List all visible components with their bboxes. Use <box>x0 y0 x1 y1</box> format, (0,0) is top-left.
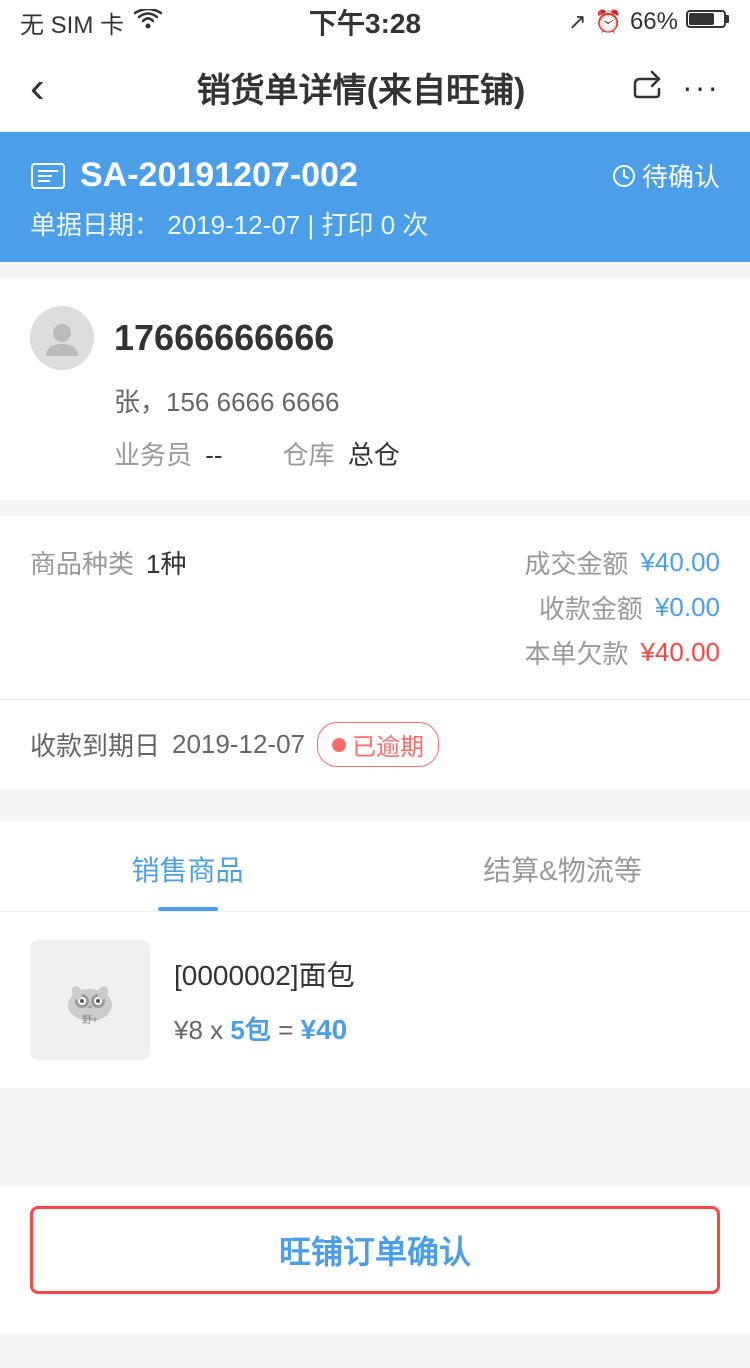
product-type-label: 商品种类 <box>30 544 134 581</box>
customer-phone: 17666666666 <box>114 317 334 359</box>
nav-actions: ··· <box>632 69 720 106</box>
product-list: 野+ [0000002]面包 ¥8 x 5包 = ¥40 <box>0 912 750 1088</box>
nav-bar: ‹ 销货单详情(来自旺铺) ··· <box>0 44 750 132</box>
summary-card: 商品种类 1种 成交金额 ¥40.00 收款金额 ¥0.00 本单欠款 ¥40.… <box>0 516 750 699</box>
received-value: ¥0.00 <box>655 592 720 623</box>
order-id: SA-20191207-002 <box>30 156 358 195</box>
received-label: 收款金额 <box>539 589 643 626</box>
divider-1 <box>0 500 750 516</box>
order-status: 待确认 <box>612 157 720 194</box>
status-left: 无 SIM 卡 <box>20 5 162 40</box>
customer-avatar <box>30 306 94 370</box>
tab-sales-goods[interactable]: 销售商品 <box>0 821 375 911</box>
status-right: ↗ ⏰ 66% <box>568 8 730 37</box>
page-title: 销货单详情(来自旺铺) <box>90 63 632 112</box>
amount-label: 成交金额 <box>524 544 628 581</box>
order-date: 单据日期： 2019-12-07 | 打印 0 次 <box>30 205 720 242</box>
bottom-button-container: 旺铺订单确认 <box>0 1186 750 1334</box>
product-item: 野+ [0000002]面包 ¥8 x 5包 = ¥40 <box>0 912 750 1088</box>
no-sim-text: 无 SIM 卡 <box>20 5 124 40</box>
svg-text:野+: 野+ <box>82 1014 98 1025</box>
overdue-text: 已逾期 <box>352 727 424 762</box>
product-info: [0000002]面包 ¥8 x 5包 = ¥40 <box>174 954 720 1047</box>
product-thumbnail: 野+ <box>30 940 150 1060</box>
balance-label: 本单欠款 <box>524 634 628 671</box>
overdue-dot <box>332 738 346 752</box>
warehouse-value: 总仓 <box>348 440 400 470</box>
product-total: ¥40 <box>301 1014 348 1045</box>
battery-text: 66% <box>630 8 678 36</box>
divider-2 <box>0 789 750 805</box>
product-type-value: 1种 <box>146 544 186 581</box>
sales-label: 业务员 <box>114 440 192 470</box>
customer-meta: 业务员 -- 仓库 总仓 <box>114 435 720 472</box>
due-date-value: 2019-12-07 <box>172 729 305 760</box>
status-time: 下午3:28 <box>309 2 421 42</box>
back-button[interactable]: ‹ <box>30 63 90 113</box>
product-name: [0000002]面包 <box>174 954 720 994</box>
share-icon[interactable] <box>632 69 662 106</box>
balance-value: ¥40.00 <box>640 637 720 668</box>
warehouse-label: 仓库 <box>283 440 335 470</box>
amount-value: ¥40.00 <box>640 547 720 578</box>
due-date-card: 收款到期日 2019-12-07 已逾期 <box>0 700 750 789</box>
order-header: SA-20191207-002 待确认 单据日期： 2019-12-07 | 打… <box>0 132 750 262</box>
tabs-container: 销售商品 结算&物流等 <box>0 821 750 912</box>
overdue-badge: 已逾期 <box>317 722 439 767</box>
status-bar: 无 SIM 卡 下午3:28 ↗ ⏰ 66% <box>0 0 750 44</box>
product-price: ¥8 x 5包 = ¥40 <box>174 1010 720 1047</box>
wifi-icon <box>134 8 162 36</box>
due-date-label: 收款到期日 <box>30 726 160 763</box>
more-icon[interactable]: ··· <box>682 69 720 106</box>
customer-name: 张，156 6666 6666 <box>114 382 720 419</box>
status-text: 待确认 <box>642 157 720 194</box>
direction-icon: ↗ <box>568 9 586 35</box>
battery-icon <box>686 8 730 37</box>
tab-settlement[interactable]: 结算&物流等 <box>375 821 750 911</box>
alarm-icon: ⏰ <box>595 9 622 35</box>
product-qty: 5包 <box>230 1015 270 1045</box>
sales-value: -- <box>205 440 222 470</box>
customer-card: 17666666666 张，156 6666 6666 业务员 -- 仓库 总仓 <box>0 278 750 500</box>
confirm-order-button[interactable]: 旺铺订单确认 <box>30 1206 720 1294</box>
